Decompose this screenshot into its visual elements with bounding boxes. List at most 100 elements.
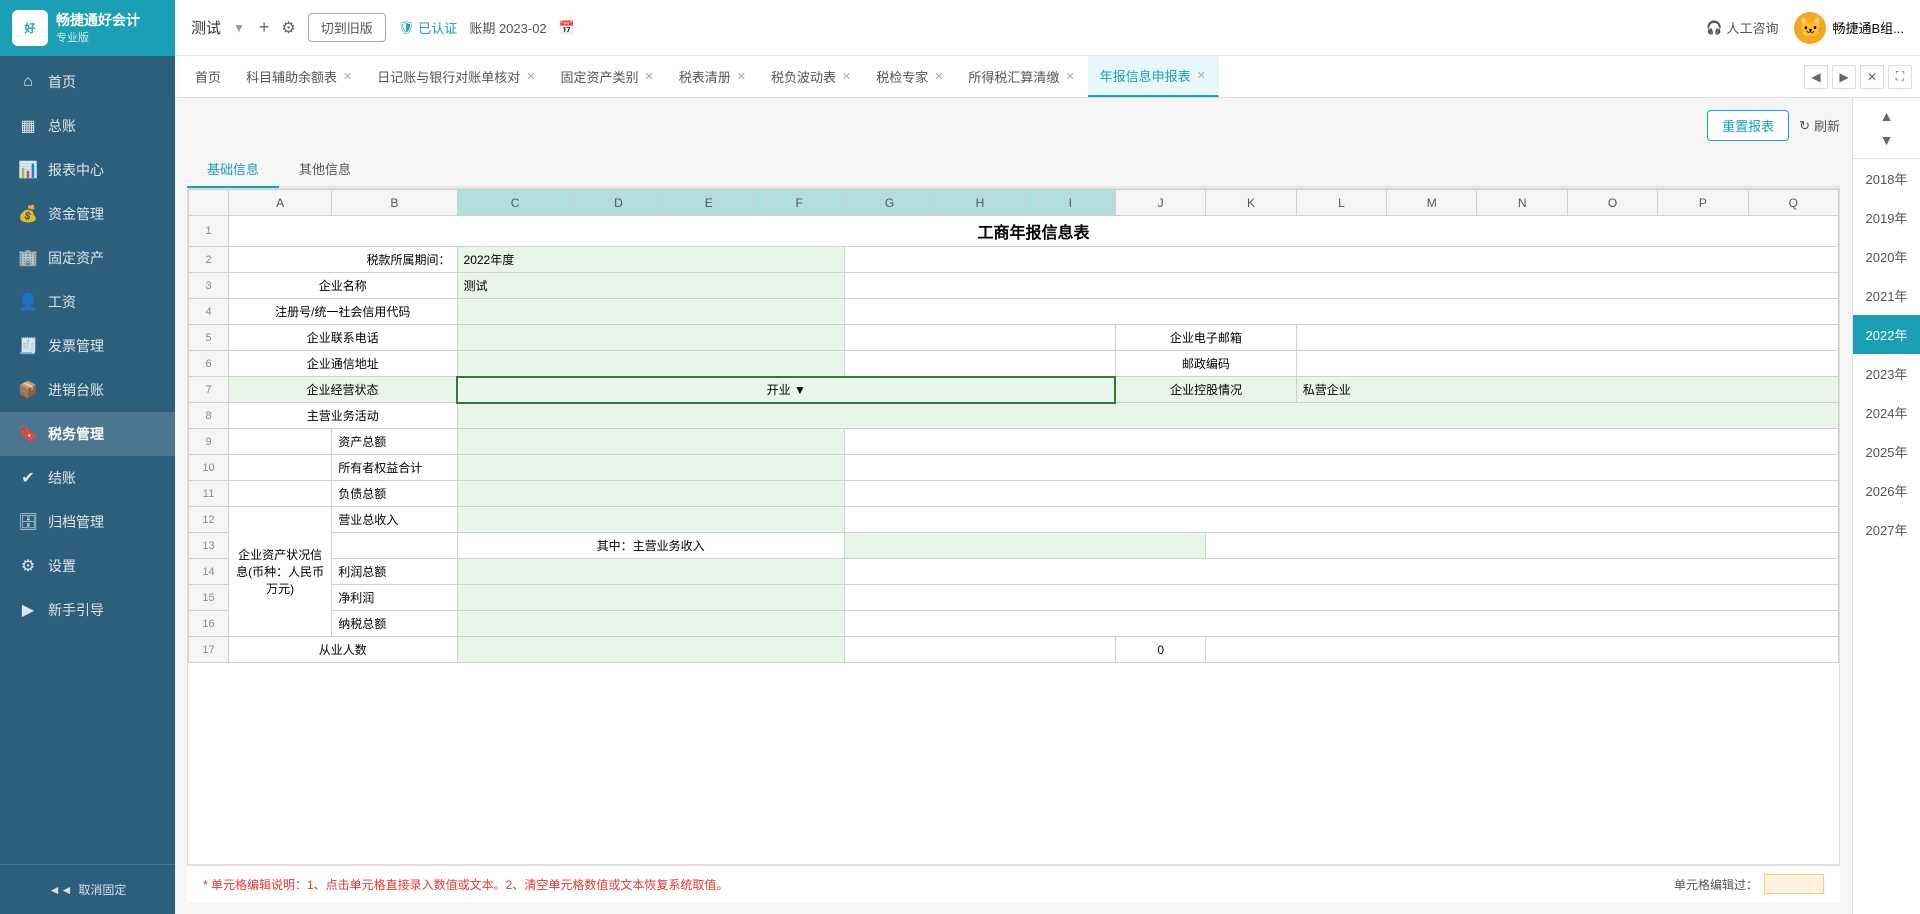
cell-3-label: 企业名称 (229, 273, 458, 299)
cell-5-value[interactable] (457, 325, 844, 351)
tab-annual[interactable]: 年报信息申报表✕ (1088, 56, 1219, 97)
main-area: 测试 ▼ + ⚙ 切到旧版 🛡 已认证 账期 2023-02 📅 🎧 人工咨询 … (175, 0, 1920, 914)
tab-home[interactable]: 首页 (183, 56, 234, 97)
year-item-2027[interactable]: 2027年 (1853, 510, 1920, 549)
sheet-table: ABCDEFGHIJKLMNOPQ1工商年报信息表2税款所属期间：2022年度3… (188, 189, 1839, 663)
tab-close-aux[interactable]: ✕ (343, 70, 352, 83)
tabbar-expand-button[interactable]: ⛶ (1888, 65, 1912, 89)
tab-journal[interactable]: 日记账与银行对账单核对✕ (365, 56, 548, 97)
cell-2-C[interactable]: 2022年度 (457, 247, 844, 273)
report-tab-basic[interactable]: 基础信息 (187, 151, 279, 188)
tab-tax_expert[interactable]: 税检专家✕ (864, 56, 956, 97)
year-item-2023[interactable]: 2023年 (1853, 354, 1920, 393)
tab-tax_form[interactable]: 税表清册✕ (667, 56, 759, 97)
user-profile[interactable]: 🐱 畅捷通B组... (1794, 12, 1904, 44)
col-header-H: H (935, 190, 1025, 216)
home-icon: ⌂ (18, 73, 38, 91)
report-toolbar: 重置报表 ↻ 刷新 (187, 110, 1840, 141)
tab-tax_wave[interactable]: 税负波动表✕ (759, 56, 864, 97)
spreadsheet-inner[interactable]: ABCDEFGHIJKLMNOPQ1工商年报信息表2税款所属期间：2022年度3… (188, 189, 1839, 864)
sidebar-item-fund[interactable]: 💰 资金管理 (0, 192, 175, 236)
tabbar-close-button[interactable]: ✕ (1860, 65, 1884, 89)
year-item-2025[interactable]: 2025年 (1853, 432, 1920, 471)
sidebar-item-tax[interactable]: 🔖 税务管理 (0, 412, 175, 456)
sidebar-item-salary[interactable]: 👤 工资 (0, 280, 175, 324)
col-header-I: I (1025, 190, 1115, 216)
tabbar-next-button[interactable]: ▶ (1832, 65, 1856, 89)
sidebar-item-invoice[interactable]: 🧾 发票管理 (0, 324, 175, 368)
cell-14-value[interactable] (457, 559, 844, 585)
tab-close-tax_form[interactable]: ✕ (737, 70, 746, 83)
switch-old-version-button[interactable]: 切到旧版 (308, 13, 386, 42)
year-item-2019[interactable]: 2019年 (1853, 198, 1920, 237)
year-down-button[interactable]: ▼ (1875, 128, 1899, 152)
cell-9-value[interactable] (457, 429, 844, 455)
sidebar-item-settle[interactable]: ✔ 结账 (0, 456, 175, 500)
sidebar-item-home[interactable]: ⌂ 首页 (0, 60, 175, 104)
calendar-icon[interactable]: 📅 (559, 20, 575, 36)
sidebar-item-stock[interactable]: 📦 进销台账 (0, 368, 175, 412)
sidebar-item-archive[interactable]: 🗄 归档管理 (0, 500, 175, 544)
cell-12-value[interactable] (457, 507, 844, 533)
tab-label-aux: 科目辅助余额表 (246, 67, 337, 86)
cell-6-postal-value[interactable] (1296, 351, 1838, 377)
cell-16-value[interactable] (457, 611, 844, 637)
cell-13-value[interactable] (844, 533, 1206, 559)
cell-10-A (229, 455, 332, 481)
sidebar: 好 畅捷通好会计 专业版 ⌂ 首页▦ 总账📊 报表中心💰 资金管理🏢 固定资产👤… (0, 0, 175, 914)
cell-7-control-label: 企业控股情况 (1115, 377, 1296, 403)
cell-10-value[interactable] (457, 455, 844, 481)
sidebar-item-guide[interactable]: ▶ 新手引导 (0, 588, 175, 632)
tab-close-tax_wave[interactable]: ✕ (842, 70, 851, 83)
sidebar-item-report[interactable]: 📊 报表中心 (0, 148, 175, 192)
tab-close-income_tax[interactable]: ✕ (1065, 70, 1074, 83)
cell-17-value[interactable] (457, 637, 844, 663)
year-item-2022[interactable]: 2022年 (1853, 315, 1920, 354)
year-item-2024[interactable]: 2024年 (1853, 393, 1920, 432)
customer-service-button[interactable]: 🎧 人工咨询 (1706, 18, 1778, 37)
tab-aux[interactable]: 科目辅助余额表 ✕ (234, 56, 365, 97)
year-item-2020[interactable]: 2020年 (1853, 237, 1920, 276)
cell-6-value[interactable] (457, 351, 844, 377)
col-header-G: G (844, 190, 934, 216)
year-up-button[interactable]: ▲ (1875, 104, 1899, 128)
period-label: 账期 2023-02 (469, 18, 546, 37)
sidebar-item-fixed[interactable]: 🏢 固定资产 (0, 236, 175, 280)
year-item-2021[interactable]: 2021年 (1853, 276, 1920, 315)
tab-close-journal[interactable]: ✕ (526, 70, 535, 83)
cell-6-label: 企业通信地址 (229, 351, 458, 377)
tab-close-tax_expert[interactable]: ✕ (934, 70, 943, 83)
cell-3-value[interactable]: 测试 (457, 273, 844, 299)
refresh-icon: ↻ (1799, 118, 1810, 134)
cell-10-rest (844, 455, 1838, 481)
cell-15-value[interactable] (457, 585, 844, 611)
report-tab-other[interactable]: 其他信息 (279, 151, 371, 186)
cell-7-status-select[interactable]: 开业 ▼ (457, 377, 1115, 403)
cell-5-email-value[interactable] (1296, 325, 1838, 351)
col-header-O: O (1567, 190, 1657, 216)
topbar-settings-icon[interactable]: ⚙ (281, 18, 295, 38)
refresh-button[interactable]: ↻ 刷新 (1799, 116, 1840, 135)
tab-fixed_cat[interactable]: 固定资产类别✕ (548, 56, 666, 97)
year-panel: ▲ ▼ 2018年2019年2020年2021年2022年2023年2024年2… (1852, 98, 1920, 914)
tab-close-fixed_cat[interactable]: ✕ (645, 70, 654, 83)
sidebar-item-ledger[interactable]: ▦ 总账 (0, 104, 175, 148)
pin-button[interactable]: ◄◄ 取消固定 (10, 875, 165, 904)
cell-11-value[interactable] (457, 481, 844, 507)
topbar-add-button[interactable]: + (259, 17, 270, 38)
reset-report-button[interactable]: 重置报表 (1707, 110, 1789, 141)
cell-4-value[interactable] (457, 299, 844, 325)
sidebar-item-settings[interactable]: ⚙ 设置 (0, 544, 175, 588)
year-item-2026[interactable]: 2026年 (1853, 471, 1920, 510)
cell-8-value[interactable] (457, 403, 1838, 429)
topbar-dropdown-arrow[interactable]: ▼ (233, 21, 245, 35)
tab-close-annual[interactable]: ✕ (1197, 69, 1206, 82)
cell-7-control-value[interactable]: 私营企业 (1296, 377, 1838, 403)
cell-4-rest (844, 299, 1838, 325)
tab-income_tax[interactable]: 所得税汇算清缴✕ (956, 56, 1087, 97)
year-item-2018[interactable]: 2018年 (1853, 159, 1920, 198)
year-list: 2018年2019年2020年2021年2022年2023年2024年2025年… (1853, 159, 1920, 914)
app-logo-icon: 好 (12, 10, 48, 46)
cell-12-A: 企业资产状况信息(币种：人民币万元) (229, 507, 332, 637)
tabbar-prev-button[interactable]: ◀ (1804, 65, 1828, 89)
